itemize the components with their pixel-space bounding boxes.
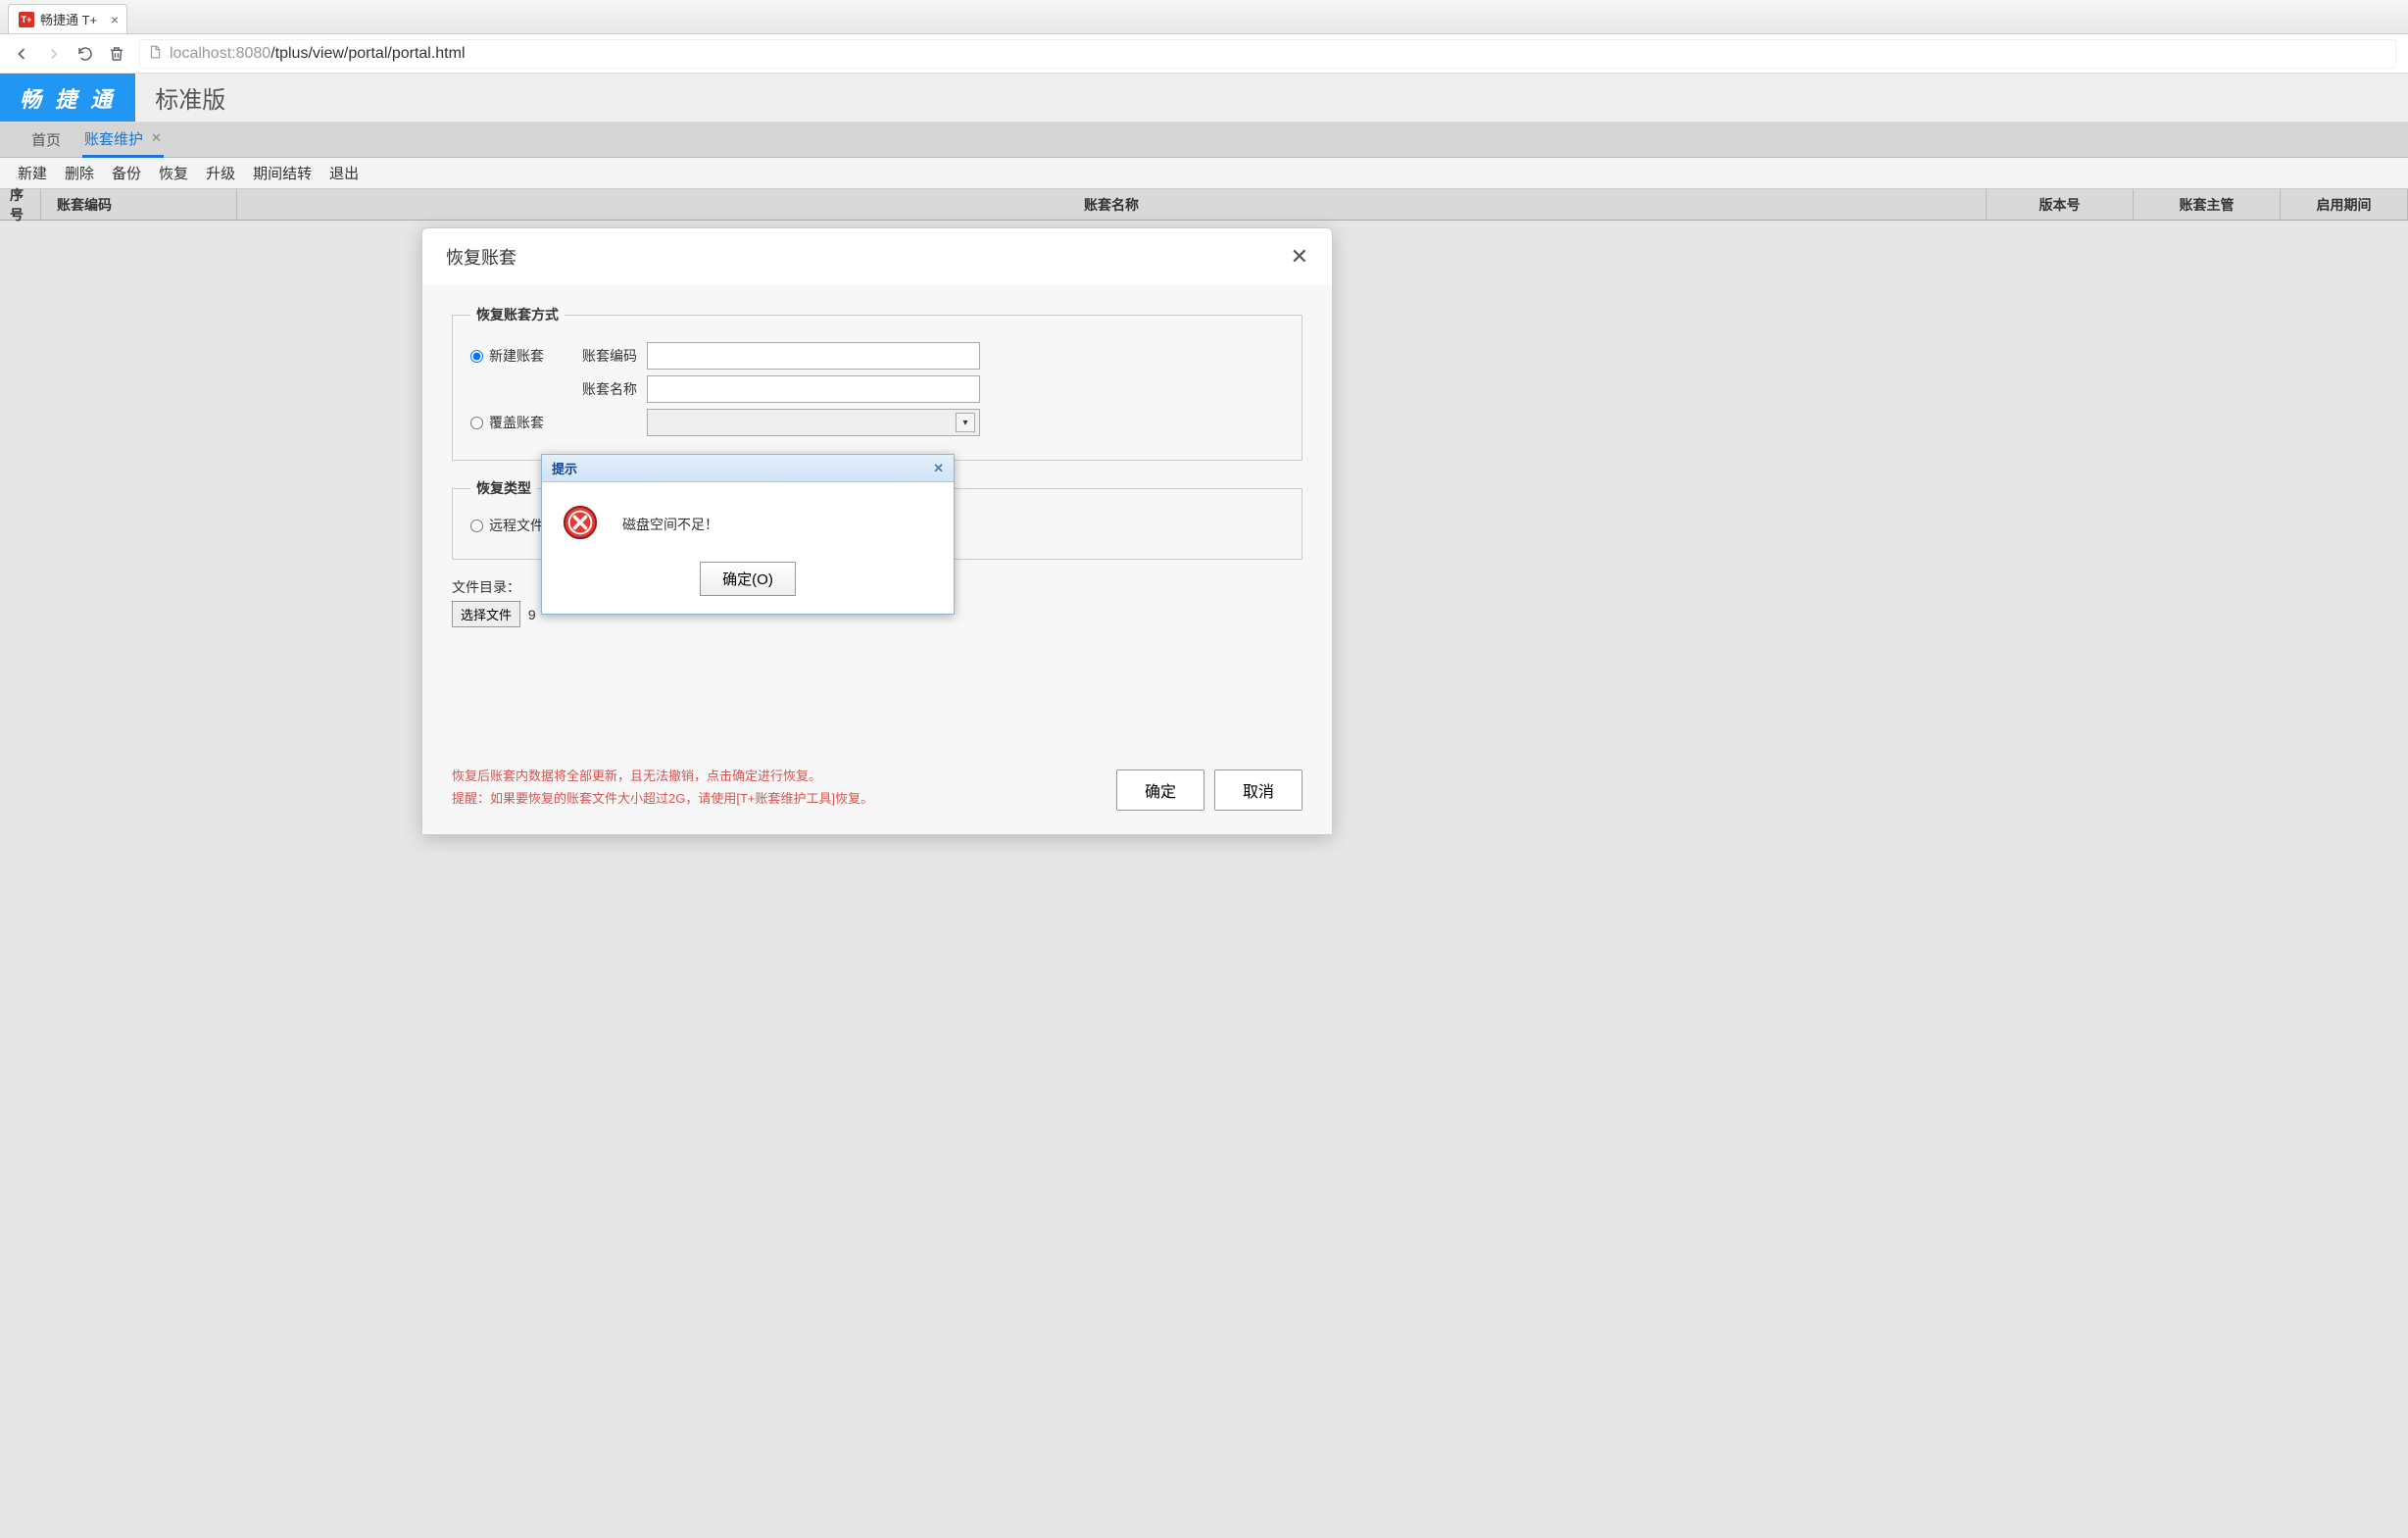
- restore-type-legend: 恢复类型: [470, 478, 537, 498]
- label-account-name: 账套名称: [568, 379, 637, 399]
- th-code: 账套编码: [41, 189, 237, 220]
- select-cover-account[interactable]: ▾: [647, 409, 980, 436]
- trash-icon[interactable]: [108, 45, 125, 63]
- th-admin: 账套主管: [2134, 189, 2281, 220]
- dialog-header: 恢复账套 ✕: [422, 228, 1332, 285]
- app-header: 畅 捷 通 标准版: [0, 74, 2408, 123]
- warning-line2: 提醒：如果要恢复的账套文件大小超过2G，请使用[T+账套维护工具]恢复。: [452, 787, 873, 810]
- toolbar-backup[interactable]: 备份: [112, 163, 141, 183]
- restore-method-fieldset: 恢复账套方式 新建账套 账套编码 账套名称 覆盖账套: [452, 305, 1302, 461]
- alert-close-icon[interactable]: ✕: [933, 461, 944, 476]
- table-header: 序号 账套编码 账套名称 版本号 账套主管 启用期间: [0, 189, 2408, 221]
- restore-method-legend: 恢复账套方式: [470, 305, 565, 324]
- input-account-name[interactable]: [647, 375, 980, 403]
- browser-tab-strip: T+ 畅捷通 T+ ×: [0, 0, 2408, 34]
- th-version: 版本号: [1987, 189, 2134, 220]
- edition-label: 标准版: [135, 74, 245, 122]
- dialog-footer: 恢复后账套内数据将全部更新，且无法撤销，点击确定进行恢复。 提醒：如果要恢复的账…: [422, 765, 1332, 834]
- input-account-code[interactable]: [647, 342, 980, 370]
- toolbar-period-carry[interactable]: 期间结转: [253, 163, 312, 183]
- th-seq: 序号: [0, 189, 41, 220]
- alert-title: 提示: [552, 459, 577, 477]
- toolbar-restore[interactable]: 恢复: [159, 163, 188, 183]
- error-icon: [562, 504, 599, 544]
- label-account-code: 账套编码: [568, 346, 637, 366]
- radio-remote-input[interactable]: [470, 520, 483, 532]
- warning-line1: 恢复后账套内数据将全部更新，且无法撤销，点击确定进行恢复。: [452, 765, 873, 787]
- alert-ok-button[interactable]: 确定(O): [700, 562, 796, 596]
- warning-text: 恢复后账套内数据将全部更新，且无法撤销，点击确定进行恢复。 提醒：如果要恢复的账…: [452, 765, 873, 811]
- nav-tab-close-icon[interactable]: ✕: [151, 130, 162, 146]
- radio-new-label: 新建账套: [489, 346, 544, 366]
- toolbar-new[interactable]: 新建: [18, 163, 47, 183]
- favicon-icon: T+: [19, 12, 34, 27]
- toolbar-delete[interactable]: 删除: [65, 163, 94, 183]
- alert-footer: 确定(O): [542, 556, 954, 614]
- cancel-button[interactable]: 取消: [1214, 769, 1302, 811]
- toolbar-upgrade[interactable]: 升级: [206, 163, 235, 183]
- url-text: localhost:8080/tplus/view/portal/portal.…: [170, 45, 466, 63]
- browser-toolbar: localhost:8080/tplus/view/portal/portal.…: [0, 34, 2408, 74]
- choose-file-button[interactable]: 选择文件: [452, 601, 520, 627]
- back-icon[interactable]: [12, 44, 31, 64]
- radio-cover-label: 覆盖账套: [489, 413, 544, 432]
- chevron-down-icon[interactable]: ▾: [956, 413, 975, 432]
- dialog-close-icon[interactable]: ✕: [1291, 244, 1308, 270]
- toolbar-exit[interactable]: 退出: [329, 163, 359, 183]
- tab-title: 畅捷通 T+: [40, 10, 97, 28]
- radio-new-account[interactable]: 新建账套: [470, 346, 559, 366]
- radio-cover-input[interactable]: [470, 417, 483, 429]
- address-bar[interactable]: localhost:8080/tplus/view/portal/portal.…: [139, 39, 2396, 69]
- alert-dialog: 提示 ✕ 磁盘空间不足！ 确定(O): [541, 454, 955, 615]
- reload-icon[interactable]: [76, 45, 94, 63]
- ok-button[interactable]: 确定: [1116, 769, 1204, 811]
- radio-cover-account[interactable]: 覆盖账套: [470, 413, 559, 432]
- alert-message: 磁盘空间不足！: [622, 515, 718, 534]
- logo: 畅 捷 通: [0, 74, 135, 122]
- radio-new-input[interactable]: [470, 350, 483, 363]
- toolbar: 新建 删除 备份 恢复 升级 期间结转 退出: [0, 158, 2408, 189]
- th-period: 启用期间: [2281, 189, 2408, 220]
- page-icon: [148, 45, 162, 62]
- tab-close-icon[interactable]: ×: [111, 12, 119, 27]
- nav-tab-label: 账套维护: [84, 128, 143, 149]
- browser-tab[interactable]: T+ 畅捷通 T+ ×: [8, 4, 127, 33]
- nav-tab-accounts[interactable]: 账套维护 ✕: [82, 123, 164, 158]
- file-hint-text: 9: [528, 607, 536, 622]
- dialog-title: 恢复账套: [446, 244, 516, 270]
- th-name: 账套名称: [237, 189, 1987, 220]
- alert-header: 提示 ✕: [542, 455, 954, 482]
- nav-tabs: 首页 账套维护 ✕: [0, 123, 2408, 158]
- nav-tab-home[interactable]: 首页: [29, 124, 63, 156]
- forward-icon[interactable]: [45, 45, 63, 63]
- alert-body: 磁盘空间不足！: [542, 482, 954, 556]
